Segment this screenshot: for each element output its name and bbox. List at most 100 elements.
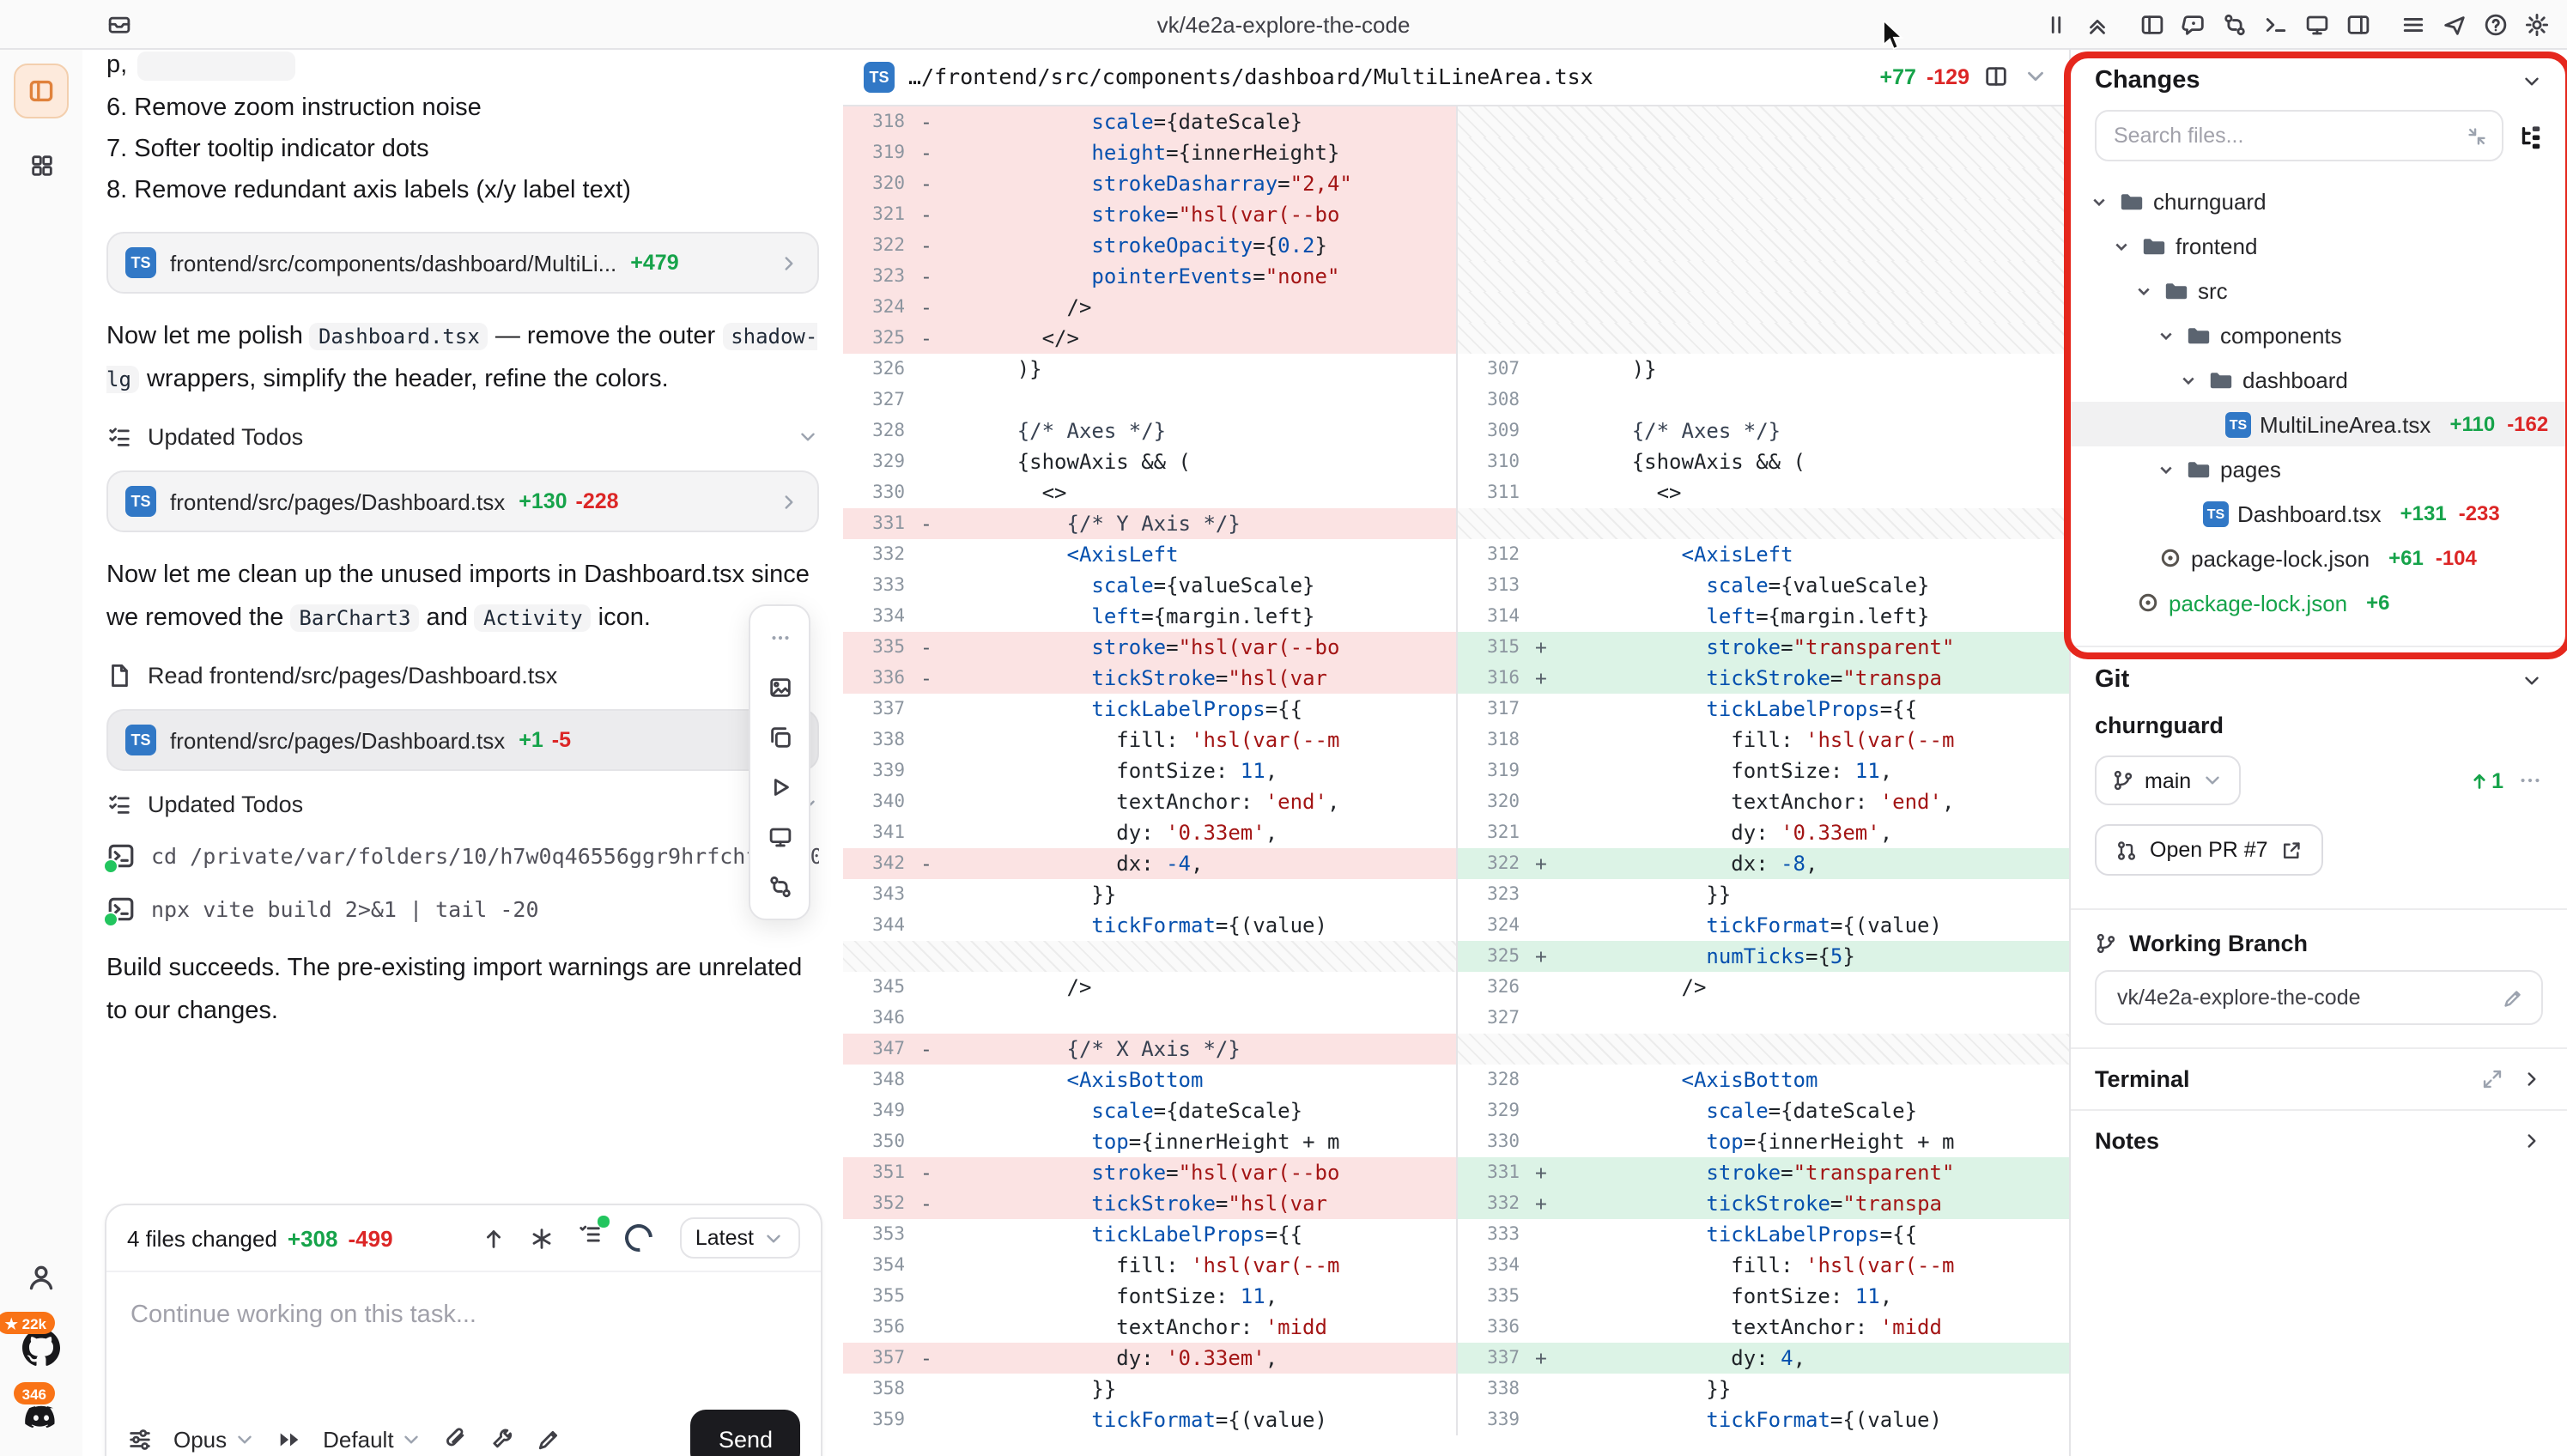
clipped-text: p, bbox=[106, 52, 127, 79]
notes-title: Notes bbox=[2095, 1128, 2159, 1154]
notes-section-header[interactable]: Notes bbox=[2071, 1111, 2567, 1171]
tree-file-MultiLineArea.tsx[interactable]: TSMultiLineArea.tsx+110-162 bbox=[2071, 402, 2567, 446]
diff-line: 309 {/* Axes */} bbox=[1458, 416, 2069, 446]
updated-todos-row[interactable]: Updated Todos bbox=[106, 792, 819, 817]
file-change-card[interactable]: TS frontend/src/components/dashboard/Mul… bbox=[106, 232, 819, 294]
workspace-tab-active[interactable] bbox=[14, 64, 69, 118]
diff-view-toggle-icon[interactable] bbox=[1983, 64, 2009, 89]
attachment-icon[interactable] bbox=[444, 1426, 470, 1452]
fast-forward-icon[interactable] bbox=[276, 1426, 302, 1452]
file-change-card[interactable]: TS frontend/src/pages/Dashboard.tsx +130… bbox=[106, 470, 819, 532]
git-compare-icon[interactable] bbox=[2222, 11, 2248, 37]
diff-line: 338 fill: 'hsl(var(--m bbox=[843, 725, 1458, 755]
collapse-all-icon[interactable] bbox=[2085, 11, 2110, 37]
diff-line: 323 }} bbox=[1458, 879, 2069, 910]
workspaces-grid-button[interactable] bbox=[21, 144, 62, 185]
mode-dropdown[interactable]: Default bbox=[323, 1426, 422, 1452]
tools-icon[interactable] bbox=[490, 1426, 516, 1452]
tree-file-package-lock.json[interactable]: package-lock.json+6 bbox=[2071, 580, 2567, 625]
github-button[interactable]: ★ 22k bbox=[21, 1327, 62, 1368]
sliders-icon[interactable] bbox=[127, 1426, 153, 1452]
diff-line: 351- stroke="hsl(var(--bo bbox=[843, 1157, 1458, 1188]
chevron-down-icon[interactable] bbox=[2521, 669, 2543, 691]
git-compare-icon bbox=[767, 874, 792, 900]
monitor-icon[interactable] bbox=[2304, 11, 2330, 37]
copy-button[interactable] bbox=[750, 713, 809, 762]
green-status-dot bbox=[598, 1216, 610, 1227]
tree-folder-src[interactable]: src bbox=[2071, 268, 2567, 312]
run-button[interactable] bbox=[750, 762, 809, 812]
tree-folder-churnguard[interactable]: churnguard bbox=[2071, 179, 2567, 223]
sparkle-icon[interactable] bbox=[529, 1225, 555, 1251]
read-file-row[interactable]: Read frontend/src/pages/Dashboard.tsx bbox=[106, 663, 819, 689]
edit-pencil-icon[interactable] bbox=[2502, 986, 2524, 1009]
help-icon[interactable] bbox=[2483, 11, 2509, 37]
share-icon[interactable] bbox=[2442, 11, 2467, 37]
search-box[interactable] bbox=[2095, 110, 2503, 161]
pause-icon[interactable] bbox=[2043, 11, 2069, 37]
diff-line: 335- stroke="hsl(var(--bo bbox=[843, 632, 1458, 663]
panel-right-icon[interactable] bbox=[2345, 11, 2371, 37]
tree-file-Dashboard.tsx[interactable]: TSDashboard.tsx+131-233 bbox=[2071, 491, 2567, 536]
branch-selector[interactable]: main bbox=[2095, 755, 2241, 805]
diff-line: 339 tickFormat={(value) bbox=[1458, 1404, 2069, 1435]
folder-icon bbox=[2119, 188, 2145, 214]
more-options-icon[interactable] bbox=[2517, 767, 2543, 793]
working-branch-field[interactable] bbox=[2095, 970, 2543, 1025]
screenshot-button[interactable] bbox=[750, 663, 809, 713]
preview-button[interactable] bbox=[750, 812, 809, 862]
terminal-command-row[interactable]: npx vite build 2>&1 | tail -20 bbox=[106, 895, 819, 924]
folder-icon bbox=[2208, 367, 2234, 392]
sidebar-right: Changes churnguardfrontendsrccomponentsd… bbox=[2069, 48, 2567, 1456]
search-input[interactable] bbox=[2110, 122, 2455, 149]
chevron-right-icon[interactable] bbox=[778, 490, 800, 513]
working-branch-input[interactable] bbox=[2114, 984, 2491, 1011]
collapse-tree-icon[interactable] bbox=[2466, 124, 2488, 147]
tree-view-icon[interactable] bbox=[2517, 123, 2543, 149]
tree-file-package-lock.json[interactable]: package-lock.json+61-104 bbox=[2071, 536, 2567, 580]
tree-folder-components[interactable]: components bbox=[2071, 312, 2567, 357]
updated-todos-row[interactable]: Updated Todos bbox=[106, 424, 819, 450]
message-input[interactable] bbox=[127, 1293, 807, 1338]
copy-icon bbox=[767, 725, 792, 750]
pen-icon[interactable] bbox=[537, 1426, 562, 1452]
arrow-up-icon[interactable] bbox=[481, 1225, 507, 1251]
file-change-card[interactable]: TS frontend/src/pages/Dashboard.tsx +1-5 bbox=[106, 709, 819, 771]
changes-summary-bar[interactable]: 4 files changed +308 -499 Latest bbox=[106, 1205, 821, 1272]
account-button[interactable] bbox=[21, 1257, 62, 1298]
panel-left-icon[interactable] bbox=[2139, 11, 2165, 37]
terminal-command-row[interactable]: cd /private/var/folders/10/h7w0q46556ggr… bbox=[106, 841, 819, 871]
terminal-icon[interactable] bbox=[2263, 11, 2289, 37]
git-section-header[interactable]: Git bbox=[2071, 647, 2567, 706]
send-button[interactable]: Send bbox=[691, 1410, 800, 1456]
diff-line: 329 scale={dateScale} bbox=[1458, 1095, 2069, 1126]
open-pr-button[interactable]: Open PR #7 bbox=[2095, 824, 2323, 876]
diff-body[interactable]: 318- scale={dateScale}319- height={inner… bbox=[843, 106, 2069, 1456]
more-options-button[interactable] bbox=[750, 613, 809, 663]
chevron-down-icon[interactable] bbox=[2023, 64, 2048, 89]
compare-button[interactable] bbox=[750, 862, 809, 912]
changes-section-header[interactable]: Changes bbox=[2071, 48, 2567, 106]
chevron-right-icon[interactable] bbox=[2521, 1068, 2543, 1090]
tree-folder-dashboard[interactable]: dashboard bbox=[2071, 357, 2567, 402]
chevron-right-icon[interactable] bbox=[778, 252, 800, 274]
settings-gear-icon[interactable] bbox=[2524, 11, 2550, 37]
play-icon bbox=[767, 774, 792, 800]
diff-line: 345 /> bbox=[843, 972, 1458, 1003]
menu-icon[interactable] bbox=[2400, 11, 2426, 37]
model-dropdown[interactable]: Opus bbox=[173, 1426, 256, 1452]
discord-button[interactable]: 346 bbox=[21, 1398, 62, 1439]
diff-header: TS …/frontend/src/components/dashboard/M… bbox=[843, 48, 2069, 106]
diff-line: 328 <AxisBottom bbox=[1458, 1065, 2069, 1095]
diff-line: 340 textAnchor: 'end', bbox=[843, 786, 1458, 817]
tree-folder-frontend[interactable]: frontend bbox=[2071, 223, 2567, 268]
chevron-down-icon[interactable] bbox=[797, 426, 819, 448]
tree-folder-pages[interactable]: pages bbox=[2071, 446, 2567, 491]
terminal-section-header[interactable]: Terminal bbox=[2071, 1049, 2567, 1109]
git-branch-icon bbox=[2112, 769, 2134, 792]
expand-icon[interactable] bbox=[2481, 1068, 2503, 1090]
chevron-down-icon[interactable] bbox=[2521, 70, 2543, 92]
chat-bubble-icon[interactable] bbox=[2181, 11, 2206, 37]
chevron-right-icon[interactable] bbox=[2521, 1130, 2543, 1152]
version-dropdown[interactable]: Latest bbox=[680, 1217, 800, 1259]
